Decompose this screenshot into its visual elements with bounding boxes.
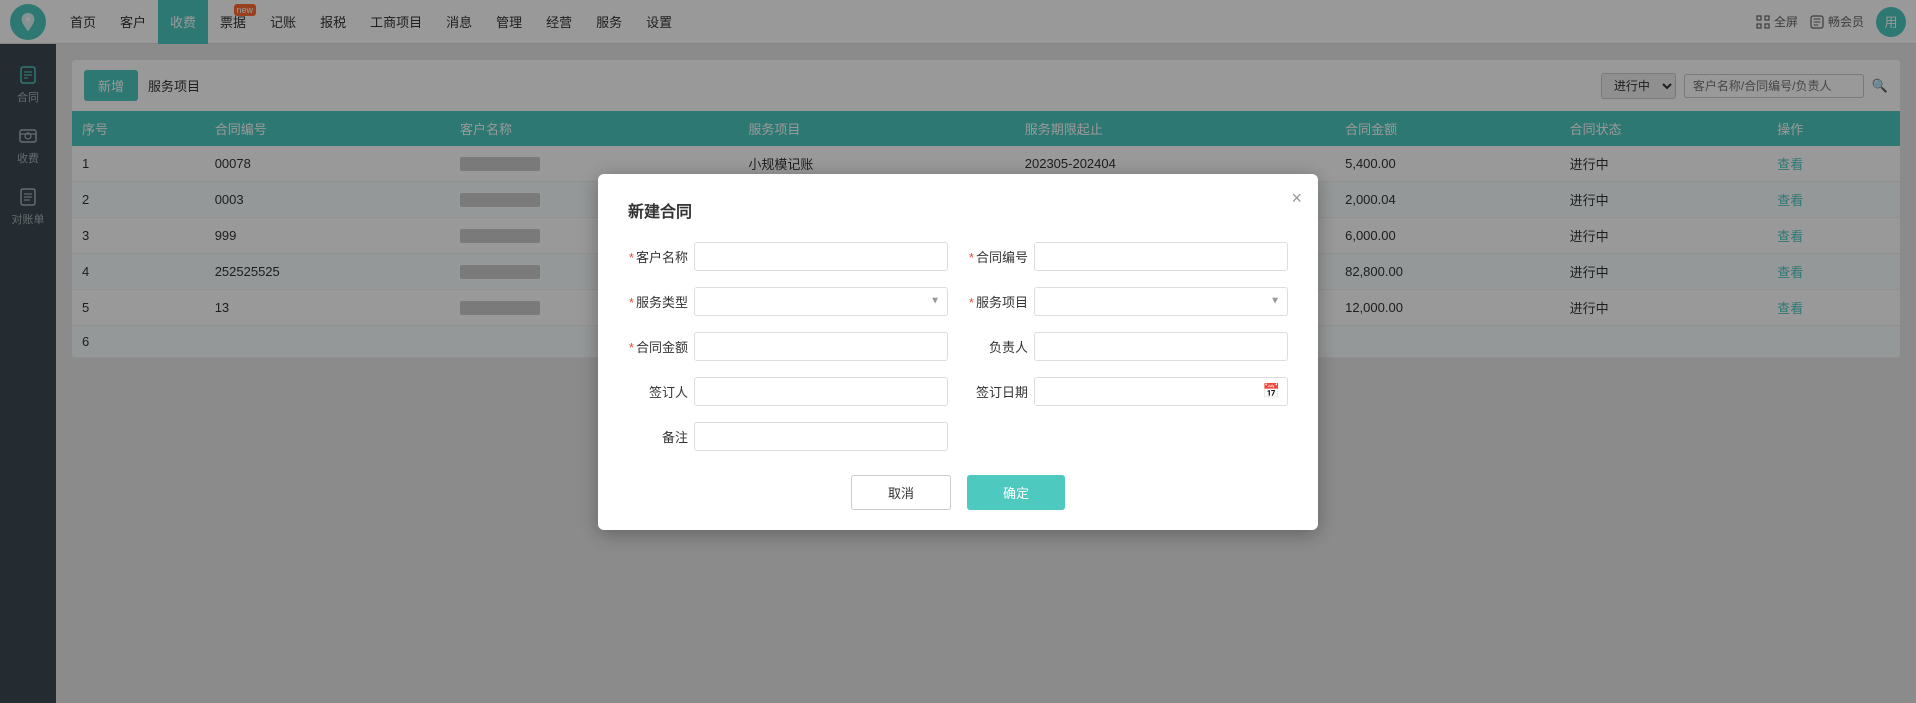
modal-footer: 取消 确定 [628,475,1288,510]
form-row-1: 客户名称 合同编号 [628,242,1288,271]
remarks-input[interactable] [694,422,948,451]
form-group-service-type: 服务类型 [628,287,948,316]
customer-name-label: 客户名称 [628,247,688,266]
calendar-icon[interactable]: 📅 [1263,383,1280,400]
responsible-input[interactable] [1034,332,1288,361]
contract-amount-input[interactable]: 0.00 [694,332,948,361]
service-type-wrapper [694,287,948,316]
service-item-label: 服务项目 [968,292,1028,311]
confirm-button[interactable]: 确定 [967,475,1065,510]
cancel-button[interactable]: 取消 [851,475,951,510]
responsible-label: 负责人 [968,337,1028,356]
service-type-select[interactable] [694,287,948,316]
signatory-label: 签订人 [628,382,688,401]
form-row-5: 备注 [628,422,1288,451]
service-item-wrapper [1034,287,1288,316]
form-row-3: 合同金额 0.00 负责人 [628,332,1288,361]
modal: 新建合同 × 客户名称 合同编号 服务类型 [598,174,1318,530]
form-group-amount: 合同金额 0.00 [628,332,948,361]
service-type-label: 服务类型 [628,292,688,311]
sign-date-wrapper: 2023-06-06 📅 [1034,377,1288,406]
form-row-2: 服务类型 服务项目 [628,287,1288,316]
contract-amount-label: 合同金额 [628,337,688,356]
remarks-label: 备注 [628,427,688,446]
contract-no-label: 合同编号 [968,247,1028,266]
contract-no-input[interactable] [1034,242,1288,271]
form-row-4: 签订人 签订日期 2023-06-06 📅 [628,377,1288,406]
sign-date-label: 签订日期 [968,382,1028,401]
form-group-signatory: 签订人 [628,377,948,406]
form-group-responsible: 负责人 [968,332,1288,361]
form-group-sign-date: 签订日期 2023-06-06 📅 [968,377,1288,406]
content-area: 新增 服务项目 进行中 已完成 已暂停 🔍 序号 合同编 [56,44,1916,703]
modal-overlay: 新建合同 × 客户名称 合同编号 服务类型 [56,44,1916,703]
customer-name-input[interactable] [694,242,948,271]
main-container: 合同 收费 对账单 [0,44,1916,703]
modal-close-button[interactable]: × [1291,188,1302,209]
service-item-select[interactable] [1034,287,1288,316]
signatory-input[interactable] [694,377,948,406]
form-group-service-item: 服务项目 [968,287,1288,316]
sign-date-input[interactable]: 2023-06-06 [1034,377,1288,406]
form-group-remarks: 备注 [628,422,948,451]
form-group-customer: 客户名称 [628,242,948,271]
modal-title: 新建合同 [628,198,1288,222]
form-group-contract-no: 合同编号 [968,242,1288,271]
